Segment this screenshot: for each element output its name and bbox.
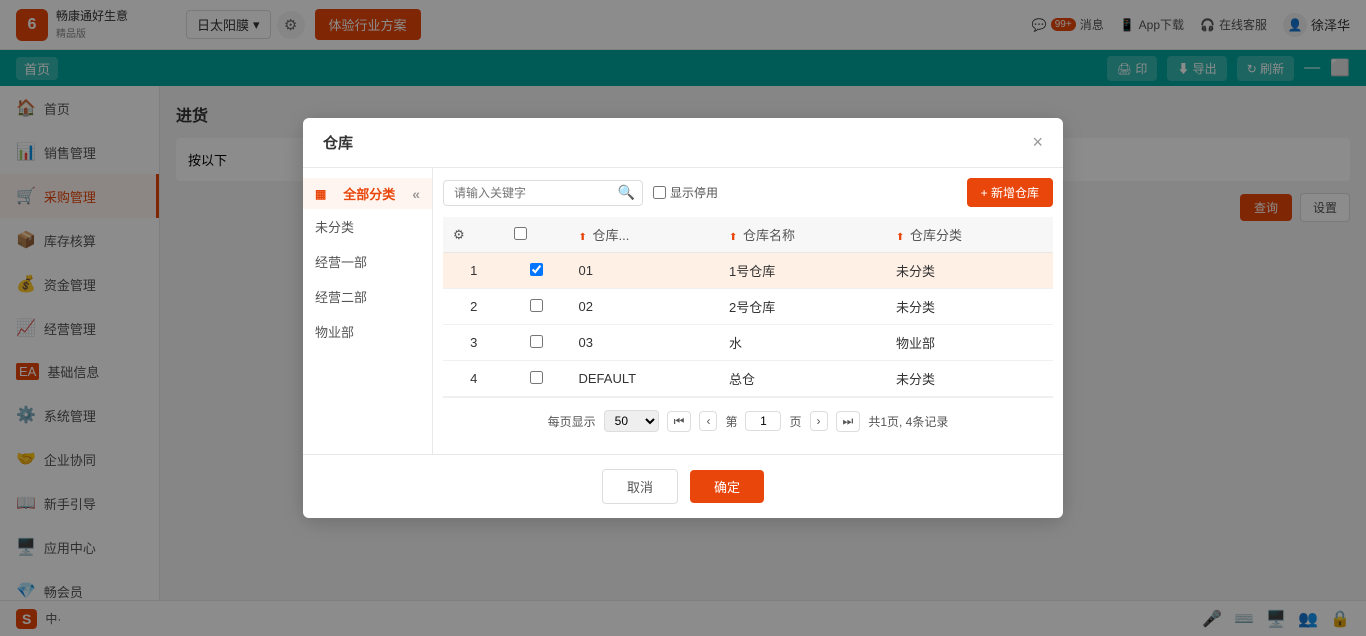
table-row[interactable]: 2 02 2号仓库 未分类 <box>443 289 1053 325</box>
sort-icon-3: ⬆ <box>896 232 904 243</box>
per-page-select[interactable]: 10 20 50 100 <box>604 410 659 432</box>
category-item-ops2[interactable]: 经营二部 <box>303 279 432 314</box>
category-item-ops1[interactable]: 经营一部 <box>303 244 432 279</box>
table-head: ⚙ ⬆ 仓库... ⬆ 仓库名称 <box>443 217 1053 253</box>
table-row[interactable]: 1 01 1号仓库 未分类 <box>443 253 1053 289</box>
table-row[interactable]: 3 03 水 物业部 <box>443 325 1053 361</box>
table-area: 🔍 显示停用 + 新增仓库 ⚙ <box>433 168 1063 454</box>
row-name-2: 2号仓库 <box>719 289 886 325</box>
table-header-row: ⚙ ⬆ 仓库... ⬆ 仓库名称 <box>443 217 1053 253</box>
pagination: 每页显示 10 20 50 100 ⏮ ‹ 第 页 › ⏭ 共1页, 4条记录 <box>443 397 1053 444</box>
page-end-label: 页 <box>789 413 801 430</box>
row-cb-2[interactable] <box>504 289 568 325</box>
row-code-3: 03 <box>568 325 719 361</box>
page-label: 第 <box>725 413 737 430</box>
row-cb-4[interactable] <box>504 361 568 397</box>
sort-icon: ⬆ <box>578 232 586 243</box>
col-category-header: ⬆ 仓库分类 <box>886 217 1053 253</box>
row-cat-1: 未分类 <box>886 253 1053 289</box>
category-item-unclassified[interactable]: 未分类 <box>303 209 432 244</box>
next-page-button[interactable]: › <box>810 411 828 431</box>
row-name-1: 1号仓库 <box>719 253 886 289</box>
row-cat-3: 物业部 <box>886 325 1053 361</box>
confirm-button[interactable]: 确定 <box>690 470 764 503</box>
collapse-button[interactable]: « <box>412 186 420 202</box>
modal-overlay: 仓库 × ▦ 全部分类 « 未分类 经营一部 经营二部 物业部 <box>0 0 1366 636</box>
search-input[interactable] <box>443 180 643 206</box>
col-settings: ⚙ <box>443 217 504 253</box>
row-cat-4: 未分类 <box>886 361 1053 397</box>
per-page-label: 每页显示 <box>548 413 596 430</box>
row-code-2: 02 <box>568 289 719 325</box>
category-item-property[interactable]: 物业部 <box>303 314 432 349</box>
show-disabled-label[interactable]: 显示停用 <box>653 184 718 201</box>
row-num-2: 2 <box>443 289 504 325</box>
modal-footer: 取消 确定 <box>303 454 1063 518</box>
select-all-checkbox[interactable] <box>514 227 527 240</box>
table-body: 1 01 1号仓库 未分类 2 02 2号仓库 <box>443 253 1053 397</box>
row-code-4: DEFAULT <box>568 361 719 397</box>
all-categories-item[interactable]: ▦ 全部分类 « <box>303 178 432 209</box>
row-name-3: 水 <box>719 325 886 361</box>
modal-body: ▦ 全部分类 « 未分类 经营一部 经营二部 物业部 🔍 <box>303 168 1063 454</box>
show-disabled-checkbox[interactable] <box>653 186 666 199</box>
prev-page-button[interactable]: ‹ <box>699 411 717 431</box>
col-name-header: ⬆ 仓库名称 <box>719 217 886 253</box>
col-code-header: ⬆ 仓库... <box>568 217 719 253</box>
modal-close-button[interactable]: × <box>1032 132 1043 153</box>
row-code-1: 01 <box>568 253 719 289</box>
modal-header: 仓库 × <box>303 118 1063 168</box>
row-cb-3[interactable] <box>504 325 568 361</box>
row-num-4: 4 <box>443 361 504 397</box>
sort-icon-2: ⬆ <box>729 232 737 243</box>
row-cb-1[interactable] <box>504 253 568 289</box>
last-page-button[interactable]: ⏭ <box>836 411 861 432</box>
table-container: ⚙ ⬆ 仓库... ⬆ 仓库名称 <box>443 217 1053 397</box>
category-sidebar: ▦ 全部分类 « 未分类 经营一部 经营二部 物业部 <box>303 168 433 454</box>
first-page-button[interactable]: ⏮ <box>667 411 692 432</box>
row-num-3: 3 <box>443 325 504 361</box>
cancel-button[interactable]: 取消 <box>602 469 678 504</box>
table-toolbar: 🔍 显示停用 + 新增仓库 <box>443 178 1053 207</box>
warehouse-table: ⚙ ⬆ 仓库... ⬆ 仓库名称 <box>443 217 1053 397</box>
total-records-label: 共1页, 4条记录 <box>868 413 948 430</box>
row-num-1: 1 <box>443 253 504 289</box>
page-input[interactable] <box>745 411 781 431</box>
warehouse-modal: 仓库 × ▦ 全部分类 « 未分类 经营一部 经营二部 物业部 <box>303 118 1063 518</box>
search-wrap: 🔍 <box>443 180 643 206</box>
add-warehouse-button[interactable]: + 新增仓库 <box>967 178 1053 207</box>
row-name-4: 总仓 <box>719 361 886 397</box>
modal-title: 仓库 <box>323 132 353 153</box>
row-cat-2: 未分类 <box>886 289 1053 325</box>
grid-icon: ▦ <box>315 187 326 201</box>
table-row[interactable]: 4 DEFAULT 总仓 未分类 <box>443 361 1053 397</box>
col-checkbox <box>504 217 568 253</box>
search-icon[interactable]: 🔍 <box>618 184 635 201</box>
